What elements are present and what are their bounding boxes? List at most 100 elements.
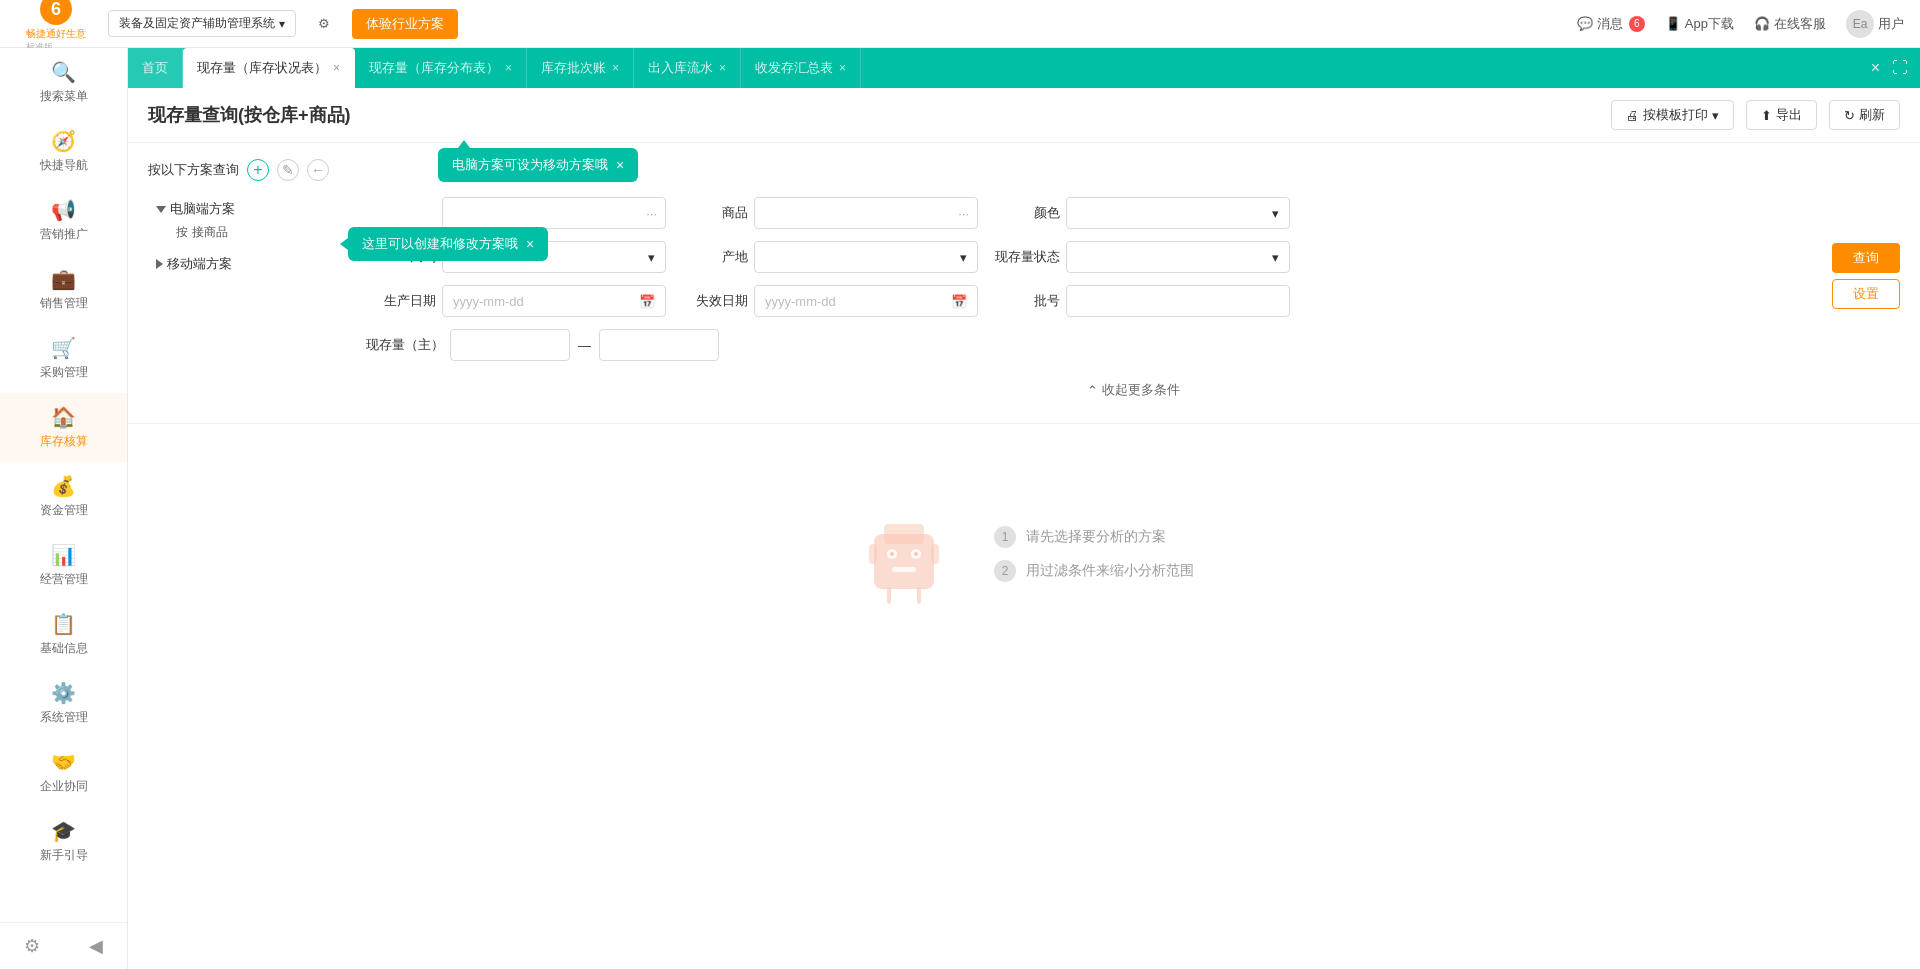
svg-point-5 [914, 552, 918, 556]
export-button[interactable]: ⬆ 导出 [1746, 100, 1817, 130]
calendar-icon2: 📅 [951, 294, 967, 309]
filter-field-origin: 产地 ▾ [678, 241, 978, 273]
sidebar-item-search[interactable]: 🔍 搜索菜单 [0, 48, 127, 117]
user-button[interactable]: Ea 用户 [1846, 10, 1904, 38]
tab-home[interactable]: 首页 [128, 48, 183, 88]
support-icon: 🎧 [1754, 16, 1770, 31]
collapse-filter-button[interactable]: ⌃ 收起更多条件 [366, 373, 1900, 407]
tab-stock-status[interactable]: 现存量（库存状况表） × [183, 48, 355, 88]
sidebar-item-system[interactable]: ⚙️ 系统管理 [0, 669, 127, 738]
basic-icon: 📋 [51, 612, 76, 636]
page-header: 现存量查询(按仓库+商品) 🖨 按模板打印 ▾ ⬆ 导出 ↻ [128, 88, 1920, 143]
filter-row-2: 尺码 ▾ 产地 ▾ [366, 241, 1900, 273]
trial-button[interactable]: 体验行业方案 [352, 9, 458, 39]
purchase-icon: 🛒 [51, 336, 76, 360]
print-template-button[interactable]: 🖨 按模板打印 ▾ [1611, 100, 1734, 130]
warehouse-select[interactable]: ··· [442, 197, 666, 229]
content-area: 首页 现存量（库存状况表） × 现存量（库存分布表） × 库存批次账 × 出入库… [128, 48, 1920, 969]
tab-close-stock-status[interactable]: × [333, 61, 340, 75]
refresh-icon: ↻ [1844, 108, 1855, 123]
tab-close-in-out-flow[interactable]: × [719, 61, 726, 75]
empty-illustration [854, 504, 954, 604]
sidebar-item-guide[interactable]: 🎓 新手引导 [0, 807, 127, 876]
filter-back-button[interactable]: ← [307, 159, 329, 181]
refresh-button[interactable]: ↻ 刷新 [1829, 100, 1900, 130]
sidebar-menu: 🔍 搜索菜单 🧭 快捷导航 📢 营销推广 💼 销售管理 🛒 采购管 [0, 48, 127, 922]
sidebar-settings-button[interactable]: ⚙ [20, 931, 44, 961]
tooltip1-close-button[interactable]: × [616, 157, 624, 173]
filter-field-goods: 商品 ··· [678, 197, 978, 229]
logo-area: 6 畅捷通好生意 标准版 [16, 0, 96, 54]
filter-row-4: 现存量（主） — [366, 329, 1900, 361]
filter-add-button[interactable]: + [247, 159, 269, 181]
collapse-icon [156, 259, 163, 269]
sidebar-item-purchase[interactable]: 🛒 采购管理 [0, 324, 127, 393]
goods-select[interactable]: ··· [754, 197, 978, 229]
scheme-group-pc-header[interactable]: 电脑端方案 [156, 197, 346, 221]
app-download-button[interactable]: 📱 App下载 [1665, 15, 1734, 33]
filter-field-expire-date: 失效日期 yyyy-mm-dd 📅 [678, 285, 978, 317]
filter-field-batch: 批号 [990, 285, 1290, 317]
filter-row-1: ··· 商品 ··· [366, 197, 1900, 229]
guide-icon: 🎓 [51, 819, 76, 843]
sidebar-item-inventory[interactable]: 🏠 库存核算 [0, 393, 127, 462]
scheme-group-pc: 电脑端方案 按 接商品 [156, 197, 346, 244]
page-content: 现存量查询(按仓库+商品) 🖨 按模板打印 ▾ ⬆ 导出 ↻ [128, 88, 1920, 969]
stock-status-select[interactable]: ▾ [1066, 241, 1290, 273]
sidebar-item-nav[interactable]: 🧭 快捷导航 [0, 117, 127, 186]
system-selector[interactable]: 装备及固定资产辅助管理系统 ▾ [108, 10, 296, 37]
filter-header: 按以下方案查询 + ✎ ← 电脑方案可设为移动方案哦 × [148, 159, 1900, 181]
calendar-icon: 📅 [639, 294, 655, 309]
chevron-down-icon: ▾ [1272, 250, 1279, 265]
sidebar-item-operation[interactable]: 📊 经营管理 [0, 531, 127, 600]
chevron-down-icon: ▾ [648, 250, 655, 265]
search-icon: 🔍 [51, 60, 76, 84]
tab-stock-batch[interactable]: 库存批次账 × [527, 48, 634, 88]
tab-fullscreen-button[interactable]: ⛶ [1888, 55, 1912, 81]
filter-edit-button[interactable]: ✎ [277, 159, 299, 181]
origin-select[interactable]: ▾ [754, 241, 978, 273]
main-layout: 🔍 搜索菜单 🧭 快捷导航 📢 营销推广 💼 销售管理 🛒 采购管 [0, 48, 1920, 969]
settings-icon[interactable]: ⚙ [308, 8, 340, 40]
svg-rect-7 [869, 544, 877, 564]
expire-date-input[interactable]: yyyy-mm-dd 📅 [754, 285, 978, 317]
scheme-tree: 电脑端方案 按 接商品 这 [156, 197, 346, 407]
online-support-button[interactable]: 🎧 在线客服 [1754, 15, 1826, 33]
filter-rows: ··· 商品 ··· [346, 197, 1900, 407]
scheme-group-mobile-header[interactable]: 移动端方案 [156, 252, 346, 276]
tab-stock-dist[interactable]: 现存量（库存分布表） × [355, 48, 527, 88]
tab-close-stock-dist[interactable]: × [505, 61, 512, 75]
produce-date-input[interactable]: yyyy-mm-dd 📅 [442, 285, 666, 317]
sidebar-item-sales[interactable]: 💼 销售管理 [0, 255, 127, 324]
sidebar-item-corp[interactable]: 🤝 企业协同 [0, 738, 127, 807]
sidebar-item-marketing[interactable]: 📢 营销推广 [0, 186, 127, 255]
tooltip-pc-scheme-content: 电脑方案可设为移动方案哦 × [438, 148, 638, 182]
color-select[interactable]: ▾ [1066, 197, 1290, 229]
filter-field-stock-status: 现存量状态 ▾ [990, 241, 1290, 273]
tab-close-collect-send[interactable]: × [839, 61, 846, 75]
tab-collect-send[interactable]: 收发存汇总表 × [741, 48, 861, 88]
batch-input[interactable] [1066, 285, 1290, 317]
filter-row-3: 生产日期 yyyy-mm-dd 📅 失效日期 yyyy-mm [366, 285, 1900, 317]
stock-qty-min-input[interactable] [450, 329, 570, 361]
sidebar-item-basic[interactable]: 📋 基础信息 [0, 600, 127, 669]
corp-icon: 🤝 [51, 750, 76, 774]
sidebar-collapse-button[interactable]: ◀ [85, 931, 107, 961]
expand-icon [156, 206, 166, 213]
tab-bar-end: × ⛶ [1867, 55, 1920, 81]
stock-qty-max-input[interactable] [599, 329, 719, 361]
search-button[interactable]: 查询 [1832, 243, 1900, 273]
tab-bar: 首页 现存量（库存状况表） × 现存量（库存分布表） × 库存批次账 × 出入库… [128, 48, 1920, 88]
reset-button[interactable]: 设置 [1832, 279, 1900, 309]
dots-icon: ··· [646, 206, 657, 221]
scheme-area: 电脑端方案 按 接商品 这 [148, 197, 1900, 407]
sidebar-item-finance[interactable]: 💰 资金管理 [0, 462, 127, 531]
tab-close-stock-batch[interactable]: × [612, 61, 619, 75]
messages-button[interactable]: 💬 消息 6 [1577, 15, 1645, 33]
tooltip2-close-button[interactable]: × [526, 236, 534, 252]
tooltip-arrow [458, 140, 470, 148]
svg-point-4 [890, 552, 894, 556]
tab-in-out-flow[interactable]: 出入库流水 × [634, 48, 741, 88]
scheme-pc-child-goods[interactable]: 按 接商品 [156, 221, 346, 244]
tab-close-all-button[interactable]: × [1867, 55, 1884, 81]
